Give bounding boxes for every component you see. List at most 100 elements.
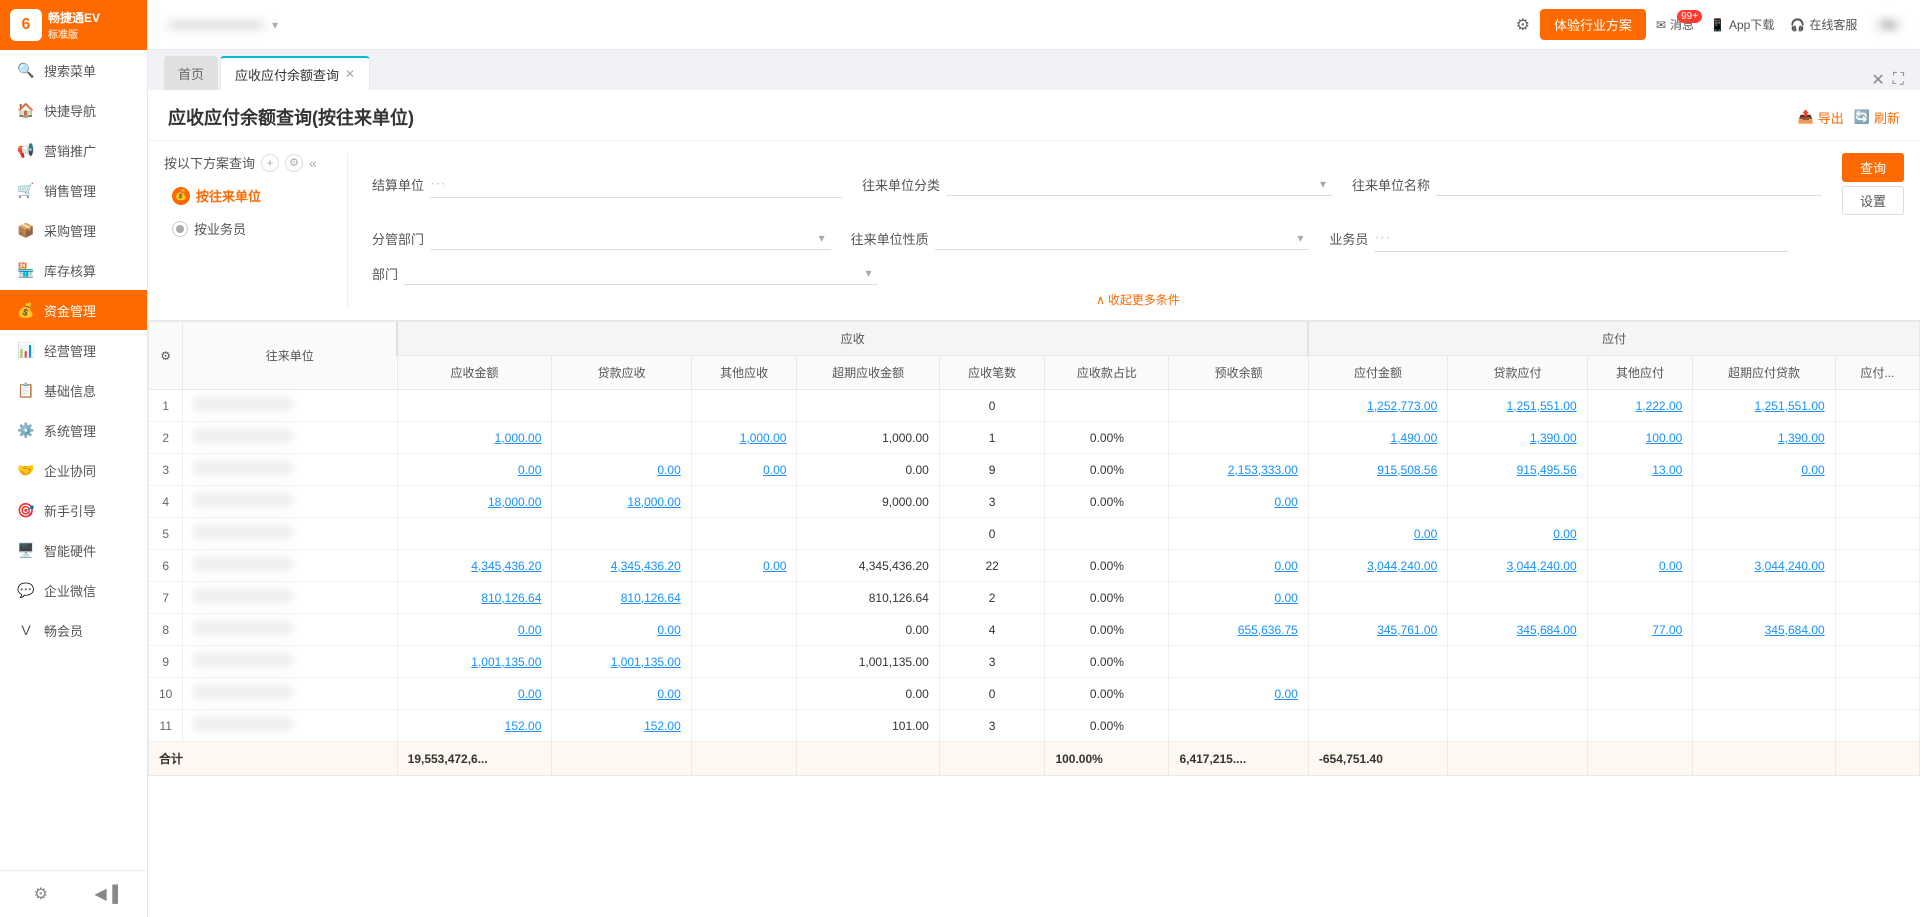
td-receivable-count: 3	[939, 486, 1045, 518]
table-row: 5 0 0.00 0.00	[149, 518, 1920, 550]
online-support-icon[interactable]: 🎧 在线客服	[1790, 16, 1857, 33]
tab-close-icon[interactable]: ✕	[345, 67, 355, 81]
department-select[interactable]: ▾	[404, 262, 878, 285]
partner-name-input[interactable]	[1436, 173, 1822, 196]
dept-select[interactable]: ▾	[430, 227, 831, 250]
tree-icon-salesman	[172, 221, 188, 237]
td-loan-receivable	[552, 390, 691, 422]
sidebar-icon-operation: 📊	[16, 340, 36, 360]
td-loan-payable: 3,044,240.00	[1448, 550, 1587, 582]
settings-btn[interactable]: 设置	[1842, 186, 1904, 215]
partner-nature-select[interactable]: ▾	[935, 227, 1310, 250]
td-other-receivable	[691, 582, 797, 614]
td-prepaid-balance	[1169, 518, 1308, 550]
td-receivable-ratio: 0.00%	[1045, 678, 1169, 710]
refresh-btn[interactable]: 🔄 刷新	[1854, 108, 1900, 127]
salesman-input[interactable]: ···	[1374, 225, 1788, 252]
td-receivable-ratio: 0.00%	[1045, 422, 1169, 454]
footer-payable-tail	[1835, 742, 1919, 776]
tab-receivable[interactable]: 应收应付余额查询 ✕	[220, 56, 370, 90]
th-payable-tail: 应付...	[1835, 356, 1919, 390]
table-row: 1 0 1,252,773.00 1,251,551.00 1,222.00 1…	[149, 390, 1920, 422]
td-receivable-amount	[397, 518, 552, 550]
td-overdue-payable	[1693, 518, 1835, 550]
sidebar-item-marketing[interactable]: 📢营销推广	[0, 130, 147, 170]
partner-category-select[interactable]: ▾	[946, 173, 1332, 196]
sidebar-item-basic[interactable]: 📋基础信息	[0, 370, 147, 410]
sidebar-item-sales[interactable]: 🛒销售管理	[0, 170, 147, 210]
filter-left: 按以下方案查询 + ⚙ « 💰 按往来单位 按业务员	[148, 153, 348, 308]
td-prepaid-balance: 0.00	[1169, 486, 1308, 518]
td-payable-tail	[1835, 486, 1919, 518]
table-wrapper: ⚙ 往来单位 应收 应付 应收金额 贷款应收 其他应收 超期应收金额 应收笔数 …	[148, 321, 1920, 917]
td-other-receivable	[691, 390, 797, 422]
tabbar: 首页 应收应付余额查询 ✕ ✕ ⛶	[148, 50, 1920, 90]
td-loan-payable: 345,684.00	[1448, 614, 1587, 646]
filter-tree-item-salesman[interactable]: 按业务员	[172, 215, 331, 242]
app-download-icon[interactable]: 📱 App下载	[1710, 16, 1774, 33]
sidebar-item-member[interactable]: V畅会员	[0, 610, 147, 650]
td-partner	[183, 518, 397, 550]
td-receivable-amount: 18,000.00	[397, 486, 552, 518]
app-label: App下载	[1729, 16, 1774, 33]
td-rownum: 1	[149, 390, 183, 422]
td-overdue-payable	[1693, 710, 1835, 742]
td-payable-tail	[1835, 678, 1919, 710]
td-rownum: 4	[149, 486, 183, 518]
td-rownum: 7	[149, 582, 183, 614]
td-payable-tail	[1835, 582, 1919, 614]
sidebar-item-system[interactable]: ⚙️系统管理	[0, 410, 147, 450]
topbar-settings-icon[interactable]: ⚙	[1516, 15, 1530, 35]
table-row: 8 0.00 0.00 0.00 4 0.00% 655,636.75 345,…	[149, 614, 1920, 646]
sidebar-item-purchase[interactable]: 📦采购管理	[0, 210, 147, 250]
filter-collapse-left-icon[interactable]: «	[309, 155, 317, 171]
collapse-filter-btn[interactable]: ∧ 收起更多条件	[1096, 291, 1180, 308]
sidebar-item-quick-nav[interactable]: 🏠快捷导航	[0, 90, 147, 130]
footer-payable-amount: -654,751.40	[1308, 742, 1447, 776]
td-receivable-count: 0	[939, 518, 1045, 550]
sidebar-item-corp-wechat[interactable]: 💬企业微信	[0, 570, 147, 610]
filter-settings-icon[interactable]: ⚙	[285, 154, 303, 172]
tab-receivable-label: 应收应付余额查询	[235, 65, 339, 84]
msg-badge: 99+	[1677, 10, 1702, 23]
th-settings[interactable]: ⚙	[149, 322, 183, 390]
td-payable-amount	[1308, 678, 1447, 710]
window-expand-btn[interactable]: ⛶	[1893, 71, 1904, 89]
query-btn[interactable]: 查询	[1842, 153, 1904, 182]
td-overdue-payable	[1693, 678, 1835, 710]
sidebar-item-corp-collab[interactable]: 🤝企业协同	[0, 450, 147, 490]
sidebar-item-newbie[interactable]: 🎯新手引导	[0, 490, 147, 530]
td-receivable-count: 4	[939, 614, 1045, 646]
window-close-btn[interactable]: ✕	[1871, 70, 1884, 90]
tab-home[interactable]: 首页	[164, 56, 218, 90]
td-partner	[183, 678, 397, 710]
td-other-receivable	[691, 646, 797, 678]
sidebar-item-operation[interactable]: 📊经营管理	[0, 330, 147, 370]
settlement-dots: ···	[430, 175, 446, 193]
sidebar: 6 畅捷通EV 标准版 🔍搜索菜单🏠快捷导航📢营销推广🛒销售管理📦采购管理🏪库存…	[0, 0, 148, 917]
td-payable-amount	[1308, 486, 1447, 518]
message-icon[interactable]: ✉ 消息 99+	[1656, 16, 1694, 33]
sidebar-item-inventory[interactable]: 🏪库存核算	[0, 250, 147, 290]
breadcrumb-chevron[interactable]: ▾	[272, 18, 278, 32]
tree-icon-partner: 💰	[172, 187, 190, 205]
settings-bottom-icon[interactable]: ⚙	[26, 879, 56, 909]
td-payable-amount	[1308, 710, 1447, 742]
td-partner	[183, 614, 397, 646]
filter-add-icon[interactable]: +	[261, 154, 279, 172]
td-receivable-amount: 1,000.00	[397, 422, 552, 454]
export-btn[interactable]: 📤 导出	[1798, 108, 1844, 127]
td-loan-payable	[1448, 678, 1587, 710]
sidebar-item-search-menu[interactable]: 🔍搜索菜单	[0, 50, 147, 90]
sidebar-label-smart-hw: 智能硬件	[44, 541, 96, 560]
td-prepaid-balance	[1169, 646, 1308, 678]
collapse-icon[interactable]: ◀▐	[91, 879, 121, 909]
sidebar-item-finance[interactable]: 💰资金管理	[0, 290, 147, 330]
promo-btn[interactable]: 体验行业方案	[1540, 9, 1646, 40]
settlement-unit-input[interactable]: ···	[430, 171, 842, 198]
sidebar-item-smart-hw[interactable]: 🖥️智能硬件	[0, 530, 147, 570]
th-overdue-receivable: 超期应收金额	[797, 356, 939, 390]
filter-tree-item-partner[interactable]: 💰 按往来单位	[172, 182, 331, 209]
td-other-payable: 1,222.00	[1587, 390, 1693, 422]
sidebar-label-search-menu: 搜索菜单	[44, 61, 96, 80]
